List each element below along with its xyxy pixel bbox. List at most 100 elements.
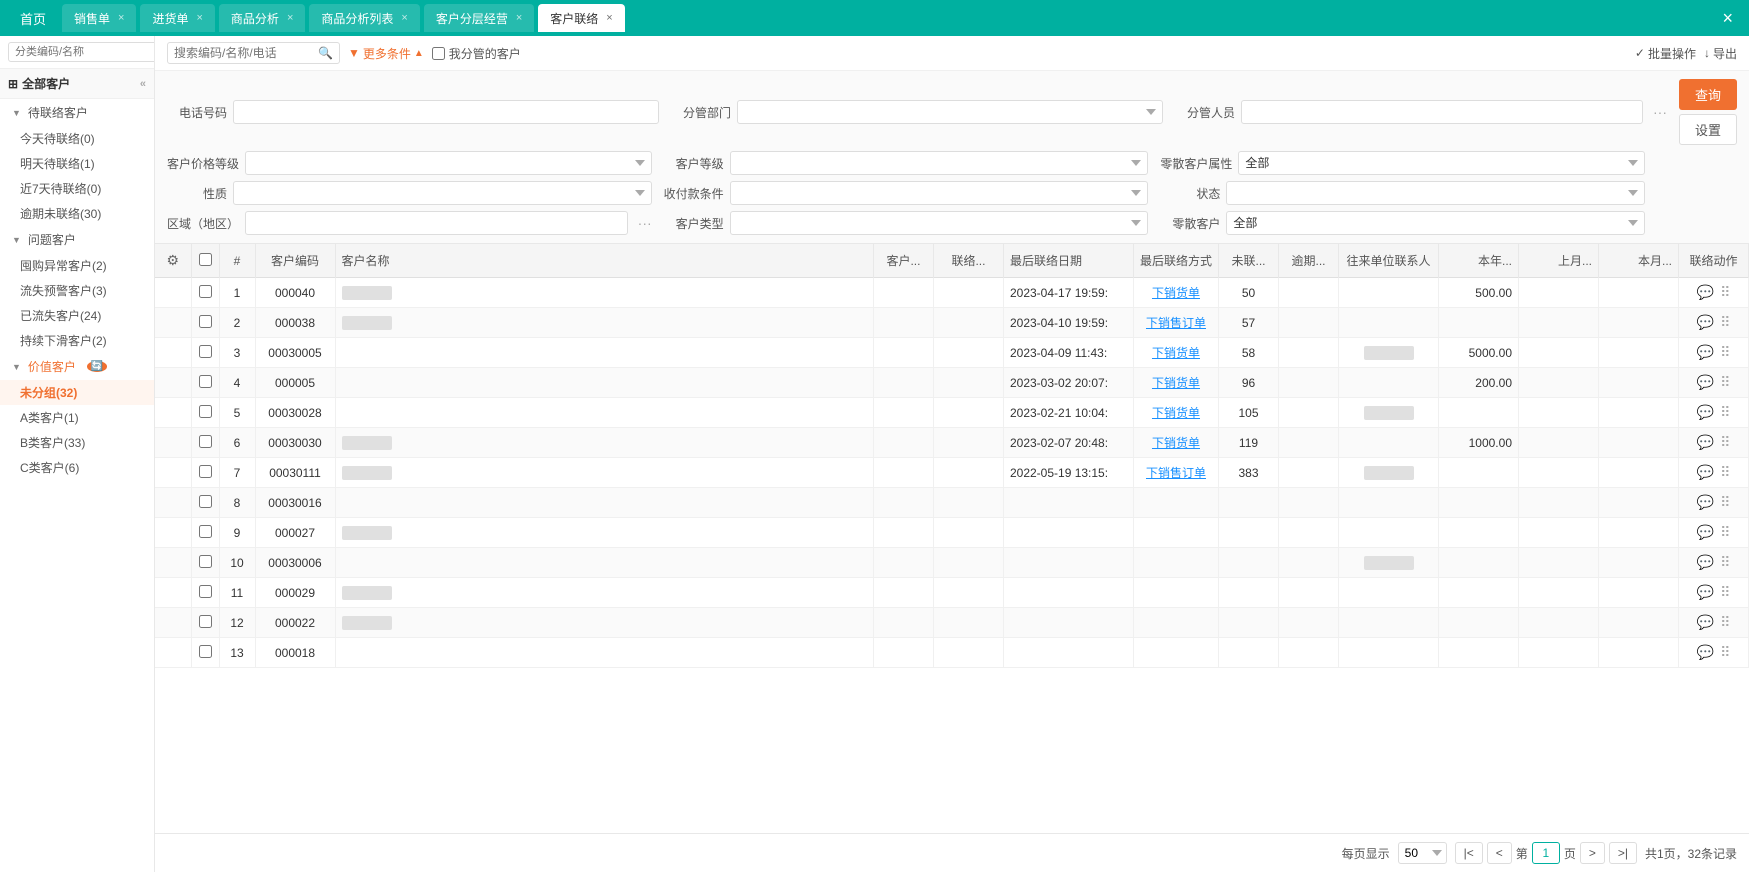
last-page-btn[interactable]: >|: [1609, 842, 1637, 864]
problem-customers-group[interactable]: 问题客户: [0, 226, 154, 253]
row-checkbox[interactable]: [199, 285, 212, 298]
row-checkbox[interactable]: [199, 435, 212, 448]
close-analysis-tab[interactable]: ×: [287, 12, 293, 24]
row-checkbox[interactable]: [199, 585, 212, 598]
message-icon[interactable]: 💬: [1697, 404, 1714, 421]
sidebar-item-ungrouped[interactable]: 未分组(32): [0, 380, 154, 405]
nav-tab-analysis-list[interactable]: 商品分析列表 ×: [309, 4, 419, 32]
prev-page-btn[interactable]: <: [1487, 842, 1512, 864]
td-checkbox[interactable]: [191, 548, 219, 578]
price-level-select[interactable]: [245, 151, 652, 175]
query-button[interactable]: 查询: [1679, 79, 1737, 110]
close-purchase-tab[interactable]: ×: [196, 12, 202, 24]
message-icon[interactable]: 💬: [1697, 464, 1714, 481]
sidebar-item-overdue[interactable]: 逾期未联络(30): [0, 201, 154, 226]
more-conditions-btn[interactable]: ▼ 更多条件 ▲: [348, 45, 424, 62]
sidebar-item-a-class[interactable]: A类客户(1): [0, 405, 154, 430]
grid-action-icon[interactable]: ⠿: [1720, 524, 1730, 541]
nav-tab-customer-contact[interactable]: 客户联络 ×: [538, 4, 624, 32]
settings-icon[interactable]: ⚙: [166, 252, 179, 268]
payment-select[interactable]: [730, 181, 1149, 205]
nav-tab-sales[interactable]: 销售单 ×: [62, 4, 136, 32]
td-lastway[interactable]: [1133, 548, 1218, 578]
td-checkbox[interactable]: [191, 458, 219, 488]
nav-tab-customer-tier[interactable]: 客户分层经营 ×: [424, 4, 534, 32]
per-page-select[interactable]: 50 20 100: [1398, 842, 1447, 864]
td-lastway[interactable]: 下销货单: [1133, 338, 1218, 368]
grid-action-icon[interactable]: ⠿: [1720, 494, 1730, 511]
manager-input[interactable]: [1241, 100, 1643, 124]
td-checkbox[interactable]: [191, 608, 219, 638]
customer-type-select[interactable]: [730, 211, 1149, 235]
message-icon[interactable]: 💬: [1697, 554, 1714, 571]
message-icon[interactable]: 💬: [1697, 584, 1714, 601]
td-checkbox[interactable]: [191, 638, 219, 668]
sidebar-item-churn-warning[interactable]: 流失预警客户(3): [0, 278, 154, 303]
retail-customer-select[interactable]: 全部: [1226, 211, 1645, 235]
grid-action-icon[interactable]: ⠿: [1720, 464, 1730, 481]
message-icon[interactable]: 💬: [1697, 644, 1714, 661]
td-lastway[interactable]: 下销货单: [1133, 278, 1218, 308]
last-way-link[interactable]: 下销货单: [1152, 286, 1200, 300]
th-name[interactable]: 客户名称: [335, 244, 873, 278]
td-checkbox[interactable]: [191, 368, 219, 398]
nav-tab-purchase[interactable]: 进货单 ×: [140, 4, 214, 32]
row-checkbox[interactable]: [199, 615, 212, 628]
td-lastway[interactable]: [1133, 488, 1218, 518]
my-customers-check-input[interactable]: [432, 47, 445, 60]
th-unlinkdays[interactable]: 未联...: [1219, 244, 1279, 278]
row-checkbox[interactable]: [199, 465, 212, 478]
reset-button[interactable]: 设置: [1679, 114, 1737, 145]
last-way-link[interactable]: 下销货单: [1152, 436, 1200, 450]
customer-level-select[interactable]: [730, 151, 1149, 175]
row-checkbox[interactable]: [199, 495, 212, 508]
value-customers-group[interactable]: 价值客户 🔄: [0, 353, 154, 380]
all-customers-header[interactable]: ⊞ 全部客户 «: [0, 69, 154, 99]
region-dots[interactable]: ···: [638, 215, 652, 231]
td-checkbox[interactable]: [191, 488, 219, 518]
gender-select[interactable]: [233, 181, 652, 205]
message-icon[interactable]: 💬: [1697, 344, 1714, 361]
last-way-link[interactable]: 下销货单: [1152, 376, 1200, 390]
td-checkbox[interactable]: [191, 308, 219, 338]
next-page-btn[interactable]: >: [1580, 842, 1605, 864]
grid-action-icon[interactable]: ⠿: [1720, 344, 1730, 361]
batch-operation-btn[interactable]: ✓ 批量操作: [1635, 45, 1696, 62]
td-checkbox[interactable]: [191, 278, 219, 308]
row-checkbox[interactable]: [199, 345, 212, 358]
message-icon[interactable]: 💬: [1697, 284, 1714, 301]
row-checkbox[interactable]: [199, 525, 212, 538]
sidebar-item-b-class[interactable]: B类客户(33): [0, 430, 154, 455]
message-icon[interactable]: 💬: [1697, 524, 1714, 541]
td-checkbox[interactable]: [191, 338, 219, 368]
grid-action-icon[interactable]: ⠿: [1720, 284, 1730, 301]
td-lastway[interactable]: [1133, 608, 1218, 638]
th-code[interactable]: 客户编码: [255, 244, 335, 278]
td-lastway[interactable]: [1133, 638, 1218, 668]
message-icon[interactable]: 💬: [1697, 614, 1714, 631]
last-way-link[interactable]: 下销售订单: [1146, 466, 1206, 480]
message-icon[interactable]: 💬: [1697, 374, 1714, 391]
last-way-link[interactable]: 下销货单: [1152, 406, 1200, 420]
row-checkbox[interactable]: [199, 555, 212, 568]
status-select[interactable]: [1226, 181, 1645, 205]
close-customer-tier-tab[interactable]: ×: [516, 12, 522, 24]
grid-action-icon[interactable]: ⠿: [1720, 374, 1730, 391]
first-page-btn[interactable]: |<: [1455, 842, 1483, 864]
message-icon[interactable]: 💬: [1697, 494, 1714, 511]
td-checkbox[interactable]: [191, 398, 219, 428]
grid-action-icon[interactable]: ⠿: [1720, 614, 1730, 631]
retail-attr-select[interactable]: 全部: [1238, 151, 1645, 175]
td-lastway[interactable]: 下销货单: [1133, 398, 1218, 428]
sidebar-item-7days[interactable]: 近7天待联络(0): [0, 176, 154, 201]
td-lastway[interactable]: 下销货单: [1133, 428, 1218, 458]
grid-action-icon[interactable]: ⠿: [1720, 434, 1730, 451]
grid-action-icon[interactable]: ⠿: [1720, 584, 1730, 601]
sidebar-item-churned[interactable]: 已流失客户(24): [0, 303, 154, 328]
td-lastway[interactable]: [1133, 518, 1218, 548]
row-checkbox[interactable]: [199, 405, 212, 418]
main-search-input[interactable]: [174, 46, 314, 60]
close-customer-contact-tab[interactable]: ×: [606, 12, 612, 24]
grid-action-icon[interactable]: ⠿: [1720, 404, 1730, 421]
last-way-link[interactable]: 下销货单: [1152, 346, 1200, 360]
